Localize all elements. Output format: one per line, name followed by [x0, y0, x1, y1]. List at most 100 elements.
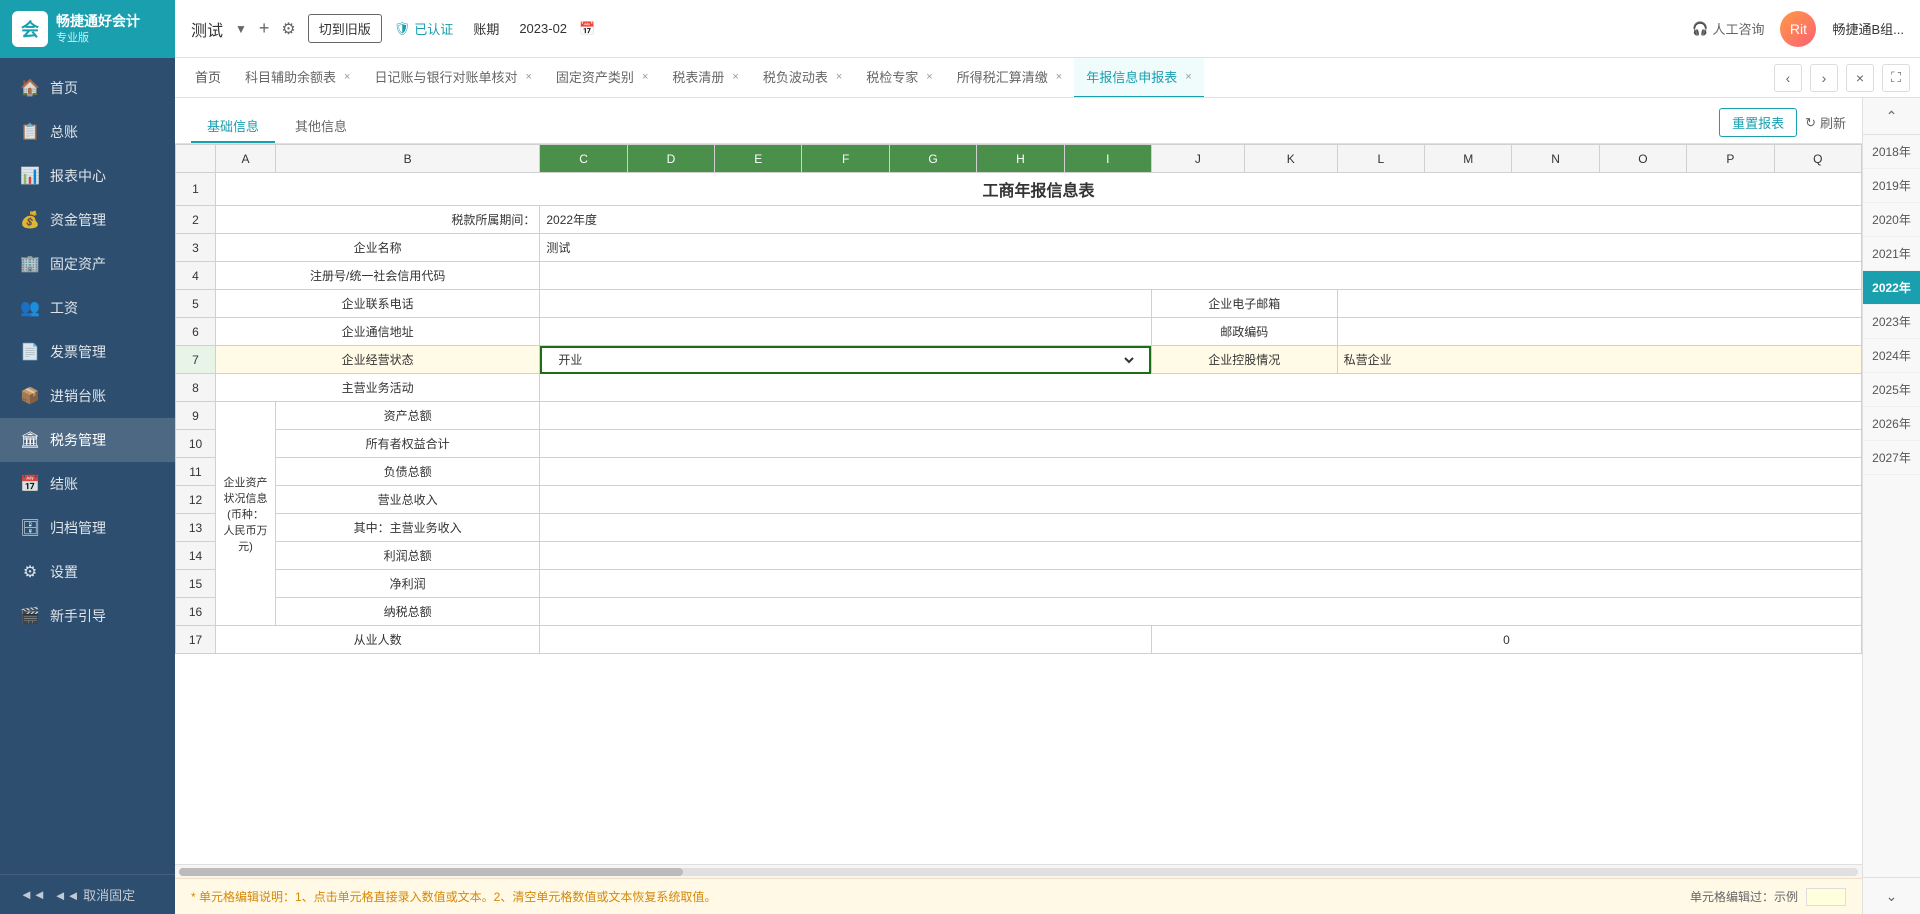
tab-tax-wave-close[interactable]: × [836, 71, 842, 83]
sheet-title-cell[interactable]: 工商年报信息表 [216, 173, 1862, 206]
horizontal-scrollbar[interactable] [175, 864, 1862, 878]
cell-3-c[interactable]: 测试 [540, 234, 1862, 262]
year-2024[interactable]: 2024年 [1863, 339, 1920, 373]
user-name: 畅捷通B组... [1832, 19, 1904, 38]
sidebar-item-guide[interactable]: 🎬 新手引导 [0, 594, 175, 638]
period-value: 2023-02 [519, 21, 567, 36]
subtab-basic[interactable]: 基础信息 [191, 110, 275, 143]
sidebar-item-close[interactable]: 📅 结账 [0, 462, 175, 506]
tab-tax-wave[interactable]: 税负波动表 × [751, 58, 854, 98]
switch-version-button[interactable]: 切到旧版 [308, 14, 382, 43]
user-avatar[interactable]: Rit [1780, 11, 1816, 47]
sidebar-item-archive[interactable]: 🗄 归档管理 [0, 506, 175, 550]
cell-8-c[interactable] [540, 374, 1862, 402]
tab-tax-form[interactable]: 税表清册 × [660, 58, 750, 98]
cell-4-c[interactable] [540, 262, 1862, 290]
tab-fixed-cat[interactable]: 固定资产类别 × [544, 58, 660, 98]
table-row: 13 其中：主营业务收入 [176, 514, 1862, 542]
cell-7-c[interactable]: 开业 注销 吊销 迁出 [540, 346, 1152, 374]
tab-close-all-button[interactable]: × [1846, 64, 1874, 92]
cell-5-c[interactable] [540, 290, 1152, 318]
settings-icon: ⚙ [20, 562, 40, 582]
sidebar-item-settings[interactable]: ⚙ 设置 [0, 550, 175, 594]
spreadsheet-wrapper[interactable]: A B C D E F G H I J K L M [175, 144, 1862, 864]
tab-income-tax-close[interactable]: × [1056, 71, 1062, 83]
tab-tax-form-close[interactable]: × [732, 71, 738, 83]
cell-6-c[interactable] [540, 318, 1152, 346]
sidebar-item-label: 总账 [50, 122, 78, 142]
sidebar-item-home[interactable]: 🏠 首页 [0, 66, 175, 110]
year-2026[interactable]: 2026年 [1863, 407, 1920, 441]
sidebar-item-invoice[interactable]: 📄 发票管理 [0, 330, 175, 374]
cell-6-ab: 企业通信地址 [216, 318, 540, 346]
tax-icon: 🏛 [20, 430, 40, 450]
cell-17-j[interactable]: 0 [1151, 626, 1861, 654]
year-2027[interactable]: 2027年 [1863, 441, 1920, 475]
subtab-basic-label: 基础信息 [207, 119, 259, 134]
sidebar-item-reports[interactable]: 📊 报表中心 [0, 154, 175, 198]
tab-aux-close[interactable]: × [344, 71, 350, 83]
cell-15-c[interactable] [540, 570, 1862, 598]
worksheet-area: 基础信息 其他信息 重置报表 ↻ 刷新 [175, 98, 1862, 914]
cell-11-c[interactable] [540, 458, 1862, 486]
cell-12-c[interactable] [540, 486, 1862, 514]
cell-17-c[interactable] [540, 626, 1152, 654]
service-button[interactable]: 🎧 人工咨询 [1692, 19, 1764, 38]
hscroll-track[interactable] [179, 868, 1858, 876]
cell-13-c[interactable] [540, 514, 1862, 542]
sidebar-item-cash[interactable]: 💰 资金管理 [0, 198, 175, 242]
table-row: 10 所有者权益合计 [176, 430, 1862, 458]
sidebar-unpin-button[interactable]: ◄◄ ◄◄ 取消固定 [0, 874, 175, 914]
calendar-icon[interactable]: 📅 [579, 21, 595, 37]
subtab-other[interactable]: 其他信息 [279, 110, 363, 143]
tab-expand-button[interactable]: ⛶ [1882, 64, 1910, 92]
cell-14-c[interactable] [540, 542, 1862, 570]
sidebar-item-ledger[interactable]: 📋 总账 [0, 110, 175, 154]
year-nav-up-button[interactable]: ⌃ [1863, 102, 1920, 130]
sidebar-item-sales[interactable]: 📦 进销台账 [0, 374, 175, 418]
year-2021[interactable]: 2021年 [1863, 237, 1920, 271]
hscroll-thumb[interactable] [179, 868, 683, 876]
sidebar-item-assets[interactable]: 🏢 固定资产 [0, 242, 175, 286]
year-2022[interactable]: 2022年 [1863, 271, 1920, 305]
cell-7-l[interactable]: 私营企业 [1337, 346, 1861, 374]
refresh-button[interactable]: ↻ 刷新 [1805, 113, 1846, 132]
cell-10-c[interactable] [540, 430, 1862, 458]
business-status-select[interactable]: 开业 注销 吊销 迁出 [554, 352, 1137, 368]
tab-annual-report[interactable]: 年报信息申报表 × [1074, 58, 1203, 98]
year-2018[interactable]: 2018年 [1863, 135, 1920, 169]
cell-5-l[interactable] [1337, 290, 1861, 318]
cell-9-c[interactable] [540, 402, 1862, 430]
year-panel: ⌃ 2018年 2019年 2020年 2021年 2022年 2023年 20… [1862, 98, 1920, 914]
tab-fixed-cat-close[interactable]: × [642, 71, 648, 83]
logo-icon: 会 [12, 11, 48, 47]
tab-annual-report-close[interactable]: × [1185, 71, 1191, 83]
settings-button[interactable]: ⚙ [281, 19, 295, 39]
tab-prev-button[interactable]: ‹ [1774, 64, 1802, 92]
year-2025[interactable]: 2025年 [1863, 373, 1920, 407]
cell-6-l[interactable] [1337, 318, 1861, 346]
tab-bank[interactable]: 日记账与银行对账单核对 × [362, 58, 543, 98]
cell-16-c[interactable] [540, 598, 1862, 626]
cell-2-c[interactable]: 2022年度 [540, 206, 1862, 234]
tab-next-button[interactable]: › [1810, 64, 1838, 92]
year-nav-down-button[interactable]: ⌄ [1863, 882, 1920, 910]
sidebar-item-payroll[interactable]: 👥 工资 [0, 286, 175, 330]
sidebar-nav: 🏠 首页 📋 总账 📊 报表中心 💰 资金管理 🏢 固定资产 👥 工资 📄 发票… [0, 58, 175, 874]
reset-report-button[interactable]: 重置报表 [1719, 108, 1797, 137]
year-2023[interactable]: 2023年 [1863, 305, 1920, 339]
row-num-14: 14 [176, 542, 216, 570]
tab-tax-expert[interactable]: 税检专家 × [854, 58, 944, 98]
year-2020[interactable]: 2020年 [1863, 203, 1920, 237]
tab-bank-close[interactable]: × [525, 71, 531, 83]
year-2019[interactable]: 2019年 [1863, 169, 1920, 203]
add-workspace-button[interactable]: + [259, 18, 270, 39]
tab-home[interactable]: 首页 [183, 58, 233, 98]
tab-aux[interactable]: 科目辅助余额表 × [233, 58, 362, 98]
tab-income-tax[interactable]: 所得税汇算清缴 × [945, 58, 1074, 98]
sidebar-item-tax[interactable]: 🏛 税务管理 [0, 418, 175, 462]
row-num-6: 6 [176, 318, 216, 346]
tab-tax-expert-close[interactable]: × [926, 71, 932, 83]
spreadsheet-table: A B C D E F G H I J K L M [175, 144, 1862, 654]
workspace-dropdown-icon[interactable]: ▼ [235, 22, 247, 36]
